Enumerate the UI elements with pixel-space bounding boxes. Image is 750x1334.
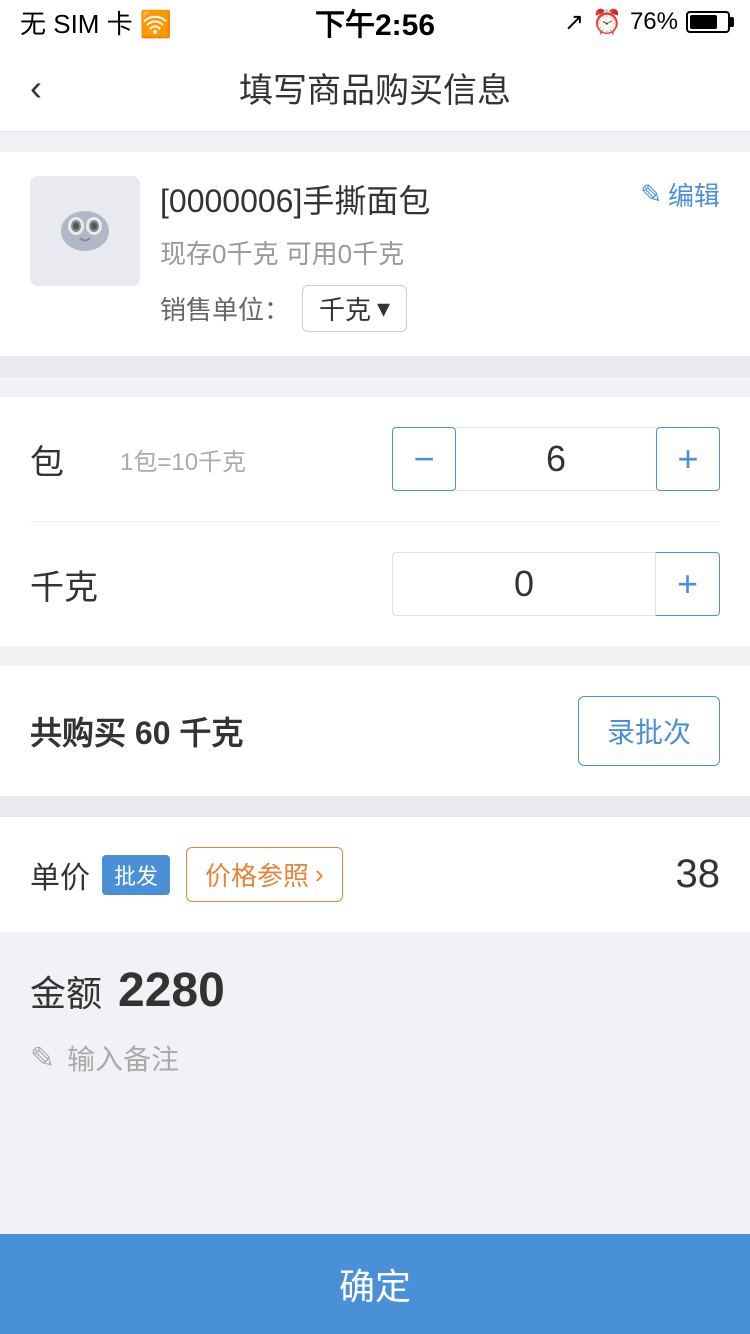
amount-section: 金额 2280 ✎ 输入备注	[0, 933, 750, 1234]
qty-input-kg[interactable]	[392, 552, 656, 616]
qty-sublabel-bao: 1包=10千克	[120, 442, 392, 477]
price-label: 单价	[30, 853, 90, 897]
status-bar: 无 SIM 卡 🛜 下午2:56 ↗ ⏰ 76%	[0, 0, 750, 44]
status-time: 下午2:56	[315, 0, 435, 44]
summary-prefix: 共购买	[30, 715, 126, 751]
status-right: ↗ ⏰ 76%	[564, 8, 730, 37]
unit-value: 千克	[319, 290, 371, 327]
divider-2	[0, 797, 750, 817]
batch-button[interactable]: 录批次	[578, 696, 720, 766]
qty-input-bao[interactable]	[456, 427, 656, 491]
alarm-icon: ⏰	[592, 8, 622, 37]
price-reference-button[interactable]: 价格参照 ›	[186, 847, 343, 902]
qty-plus-button-bao[interactable]: +	[656, 427, 720, 491]
divider-1	[0, 357, 750, 377]
battery-icon	[686, 11, 730, 33]
edit-icon: ✎	[640, 179, 662, 210]
back-button[interactable]: ‹	[30, 67, 42, 109]
summary-section: 共购买 60 千克 录批次	[0, 666, 750, 797]
amount-row: 金额 2280	[30, 963, 720, 1018]
page-title: 填写商品购买信息	[239, 63, 511, 112]
edit-button[interactable]: ✎ 编辑	[640, 176, 720, 213]
quantity-section: 包 1包=10千克 − + 千克 +	[0, 397, 750, 646]
price-ref-icon: ›	[315, 859, 324, 890]
note-placeholder: 输入备注	[67, 1038, 179, 1078]
product-thumbnail	[30, 176, 140, 286]
product-info: [0000006]手撕面包 ✎ 编辑 现存0千克 可用0千克 销售单位： 千克 …	[160, 176, 720, 332]
product-name: [0000006]手撕面包	[160, 176, 430, 222]
battery-percent: 76%	[630, 8, 678, 36]
unit-select[interactable]: 千克 ▾	[302, 285, 407, 332]
battery-fill	[690, 15, 717, 29]
confirm-button[interactable]: 确定	[0, 1234, 750, 1334]
qty-minus-button[interactable]: −	[392, 427, 456, 491]
chevron-down-icon: ▾	[377, 293, 390, 324]
qty-label-kg: 千克	[30, 560, 110, 609]
sim-text: 无 SIM 卡 🛜	[20, 4, 172, 41]
quantity-row-kg: 千克 +	[30, 522, 720, 646]
note-row[interactable]: ✎ 输入备注	[30, 1038, 720, 1078]
unit-label: 销售单位：	[160, 290, 290, 327]
quantity-row-bao: 包 1包=10千克 − +	[30, 397, 720, 522]
amount-label: 金额	[30, 965, 102, 1017]
nav-bar: ‹ 填写商品购买信息	[0, 44, 750, 132]
product-card: [0000006]手撕面包 ✎ 编辑 现存0千克 可用0千克 销售单位： 千克 …	[0, 152, 750, 357]
price-type-tag: 批发	[102, 855, 170, 895]
price-section: 单价 批发 价格参照 › 38	[0, 817, 750, 933]
qty-label-bao: 包	[30, 435, 110, 484]
qty-plus-button-kg[interactable]: +	[656, 552, 720, 616]
note-icon: ✎	[30, 1041, 55, 1076]
status-left: 无 SIM 卡 🛜	[20, 4, 172, 41]
bottom-bar: 确定	[0, 1234, 750, 1334]
amount-value: 2280	[118, 963, 225, 1018]
signal-icon: ↗	[564, 8, 584, 37]
summary-amount: 60	[135, 715, 171, 751]
edit-label: 编辑	[668, 176, 720, 213]
summary-text: 共购买 60 千克	[30, 708, 243, 754]
qty-controls-kg: +	[392, 552, 720, 616]
product-stock: 现存0千克 可用0千克	[160, 234, 720, 271]
price-ref-label: 价格参照	[205, 856, 309, 893]
price-value: 38	[676, 852, 721, 897]
product-unit-row: 销售单位： 千克 ▾	[160, 285, 720, 332]
qty-controls-bao: − +	[392, 427, 720, 491]
summary-unit: 千克	[179, 715, 243, 751]
